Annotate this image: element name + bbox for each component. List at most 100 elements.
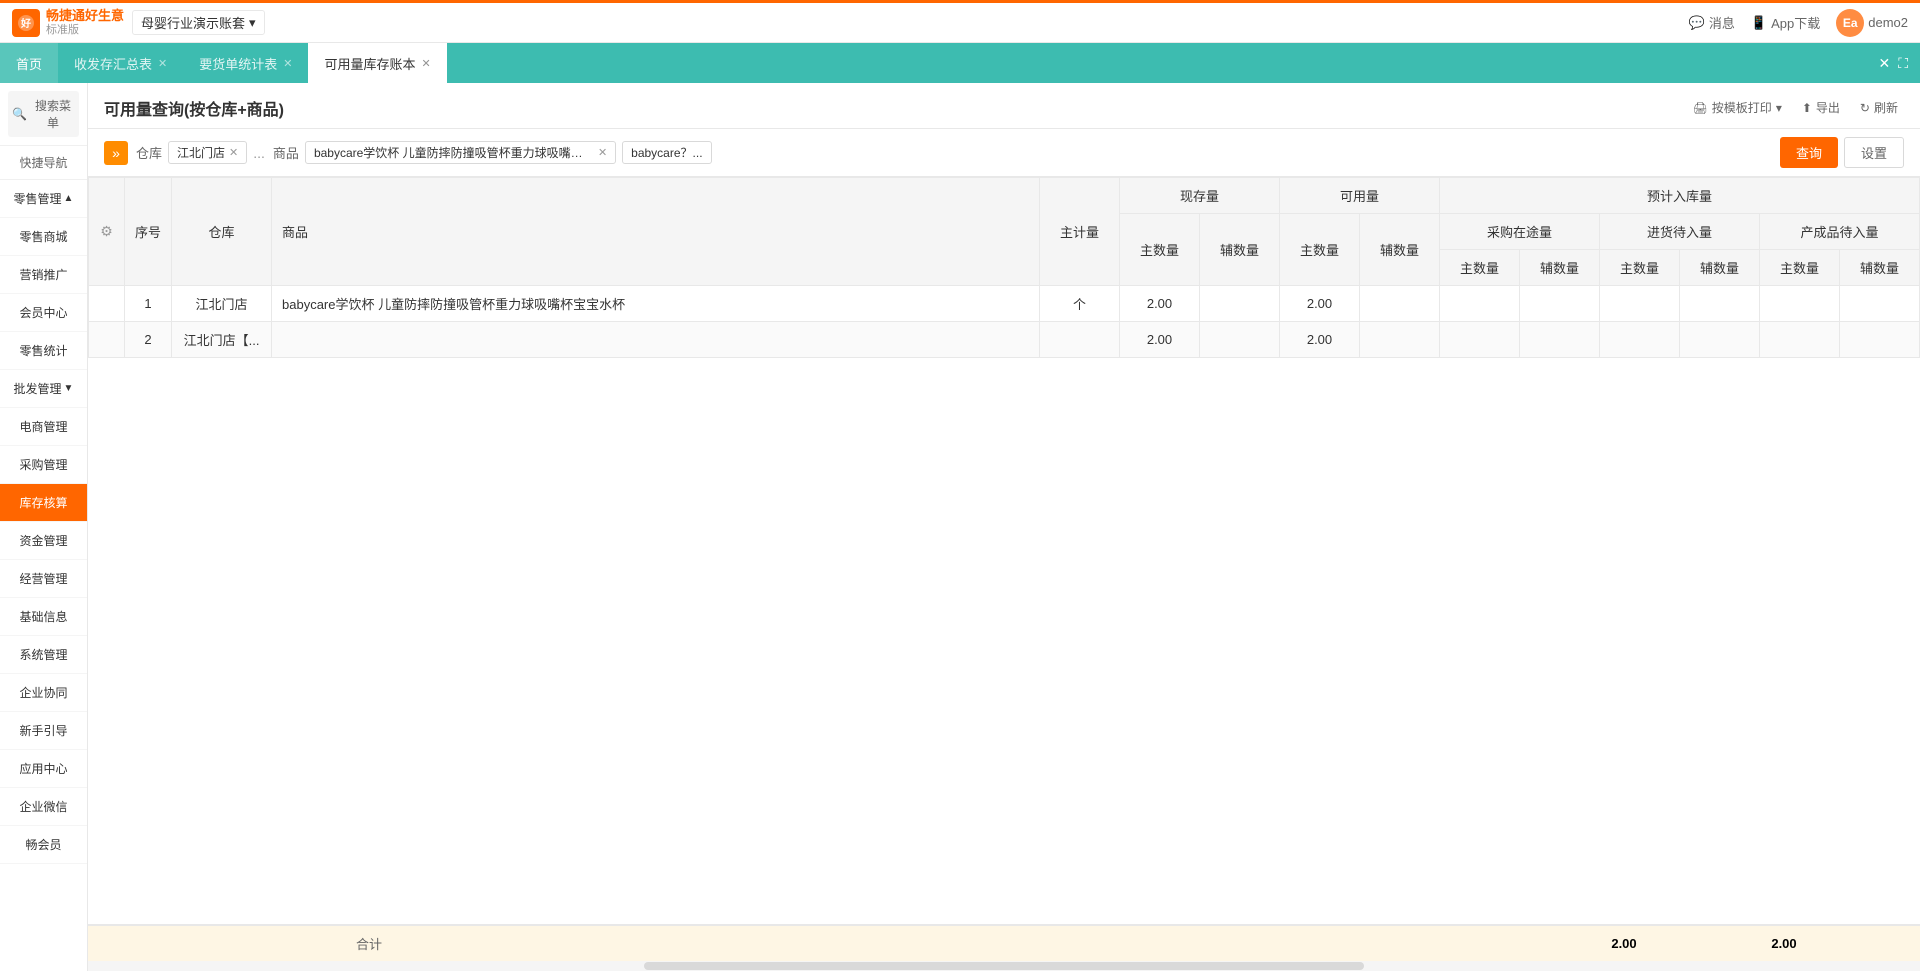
available-tab-close[interactable]: ✕ — [422, 57, 431, 70]
current-main-qty-header: 主数量 — [1120, 214, 1200, 286]
row-production-aux-qty — [1840, 286, 1920, 322]
product-filter-tag1[interactable]: babycare学饮杯 儿童防摔防撞吸管杯重力球吸嘴杯宝宝水杯 ✕ — [305, 141, 616, 164]
maximize-icon[interactable]: ⛶ — [1898, 55, 1908, 72]
industry-selector-text: 母婴行业演示账套 — [141, 13, 245, 32]
sidebar-item-system[interactable]: 系统管理 — [0, 636, 87, 674]
industry-selector[interactable]: 母婴行业演示账套 ▾ — [132, 10, 265, 35]
logo-icon: 好 — [12, 9, 40, 37]
product-tag1-remove[interactable]: ✕ — [598, 146, 607, 159]
username-label: demo2 — [1868, 15, 1908, 30]
search-menu-label: 搜索菜单 — [31, 97, 75, 131]
sidebar-item-enterprise-collab[interactable]: 企业协同 — [0, 674, 87, 712]
top-bar-left: 好 畅捷通好生意 标准版 母婴行业演示账套 ▾ — [12, 8, 265, 37]
row-production-main-qty — [1760, 322, 1840, 358]
row-available-main-qty: 2.00 — [1280, 322, 1360, 358]
sidebar-item-app-center-label: 应用中心 — [19, 760, 67, 777]
warehouse-filter-more[interactable]: ... — [253, 145, 265, 161]
product-filter-tag2[interactable]: babycare？... — [622, 141, 711, 164]
tab-spacer — [447, 43, 1867, 83]
export-icon: ⬆ — [1802, 101, 1812, 115]
row-warehouse: 江北门店【... — [172, 322, 272, 358]
production-aux-qty-header: 辅数量 — [1840, 250, 1920, 286]
receipts-tab-close[interactable]: ✕ — [158, 57, 167, 70]
app-download-action[interactable]: 📱 App下载 — [1751, 13, 1820, 32]
svg-text:好: 好 — [20, 17, 31, 30]
warehouse-filter-tag[interactable]: 江北门店 ✕ — [168, 141, 247, 164]
home-tab-label: 首页 — [16, 54, 42, 73]
tab-available[interactable]: 可用量库存账本 ✕ — [308, 43, 446, 83]
minimize-icon[interactable]: ✕ — [1878, 55, 1890, 72]
row-incoming-aux-qty — [1680, 322, 1760, 358]
available-aux-qty-header: 辅数量 — [1360, 214, 1440, 286]
available-header: 可用量 — [1280, 178, 1440, 214]
sidebar-item-enterprise-wechat[interactable]: 企业微信 — [0, 788, 87, 826]
sidebar-item-basic-info-label: 基础信息 — [19, 608, 67, 625]
sidebar-item-vip-member[interactable]: 畅会员 — [0, 826, 87, 864]
row-current-aux-qty — [1200, 322, 1280, 358]
sidebar-item-new-guide[interactable]: 新手引导 — [0, 712, 87, 750]
sidebar-item-ecommerce[interactable]: 电商管理 — [0, 408, 87, 446]
warehouse-tag-remove[interactable]: ✕ — [229, 146, 238, 159]
tab-home[interactable]: 首页 — [0, 43, 58, 83]
incoming-aux-qty-header: 辅数量 — [1680, 250, 1760, 286]
sidebar-item-enterprise-wechat-label: 企业微信 — [19, 798, 67, 815]
warehouse-filter-group: 仓库 江北门店 ✕ ... — [136, 141, 265, 164]
sidebar-item-purchase-label: 采购管理 — [19, 456, 67, 473]
search-menu-button[interactable]: 🔍 搜索菜单 — [8, 91, 79, 137]
tab-receipts[interactable]: 收发存汇总表 ✕ — [58, 43, 183, 83]
sidebar-item-purchase[interactable]: 采购管理 — [0, 446, 87, 484]
warehouse-tag-text: 江北门店 — [177, 144, 225, 161]
sidebar-item-finance[interactable]: 资金管理 — [0, 522, 87, 560]
sidebar-item-operations-label: 经营管理 — [19, 570, 67, 587]
footer-label: 合计 — [104, 934, 634, 953]
requisition-tab-close[interactable]: ✕ — [283, 57, 292, 70]
sidebar-item-member-label: 会员中心 — [19, 304, 67, 321]
sidebar-item-basic-info[interactable]: 基础信息 — [0, 598, 87, 636]
quick-nav-button[interactable]: 快捷导航 — [0, 146, 87, 180]
current-stock-header: 现存量 — [1120, 178, 1280, 214]
sidebar-item-inventory[interactable]: 库存核算 — [0, 484, 87, 522]
sidebar-item-retail-store-label: 零售商城 — [19, 228, 67, 245]
sidebar-item-enterprise-collab-label: 企业协同 — [19, 684, 67, 701]
filter-bar: » 仓库 江北门店 ✕ ... 商品 babycare学饮杯 儿童防摔防撞吸管杯… — [88, 129, 1920, 177]
filter-expand-button[interactable]: » — [104, 141, 128, 165]
tab-requisition[interactable]: 要货单统计表 ✕ — [183, 43, 308, 83]
logo-sub-text: 标准版 — [46, 24, 124, 37]
query-button[interactable]: 查询 — [1780, 137, 1838, 168]
print-chevron-icon: ▾ — [1776, 101, 1782, 115]
download-icon: 📱 — [1751, 15, 1767, 31]
logo: 好 畅捷通好生意 标准版 — [12, 8, 124, 37]
sidebar-item-retail-store[interactable]: 零售商城 — [0, 218, 87, 256]
setting-button[interactable]: 设置 — [1844, 137, 1904, 168]
row-product — [272, 322, 1040, 358]
message-action[interactable]: 💬 消息 — [1689, 13, 1735, 32]
sidebar-item-member[interactable]: 会员中心 — [0, 294, 87, 332]
purchase-transit-header: 采购在途量 — [1440, 214, 1600, 250]
settings-header: ⚙ — [89, 178, 125, 286]
row-incoming-main-qty — [1600, 322, 1680, 358]
footer-available-main-qty: 2.00 — [1744, 936, 1824, 951]
sidebar-item-vip-member-label: 畅会员 — [25, 836, 61, 853]
page-header-actions: 🖨 按模板打印 ▾ ⬆ 导出 ↻ 刷新 — [1687, 95, 1904, 120]
print-template-button[interactable]: 🖨 按模板打印 ▾ — [1687, 95, 1788, 120]
sidebar-item-marketing[interactable]: 营销推广 — [0, 256, 87, 294]
table-footer: 合计 2.00 2.00 — [88, 924, 1920, 961]
refresh-button[interactable]: ↻ 刷新 — [1854, 95, 1904, 120]
sidebar-item-app-center[interactable]: 应用中心 — [0, 750, 87, 788]
sidebar-item-retail-stats[interactable]: 零售统计 — [0, 332, 87, 370]
warehouse-filter-label: 仓库 — [136, 143, 162, 162]
warehouse-header: 仓库 — [172, 178, 272, 286]
user-action[interactable]: Ea demo2 — [1836, 9, 1908, 37]
sidebar-item-operations[interactable]: 经营管理 — [0, 560, 87, 598]
sidebar-item-wholesale-mgmt-label: 批发管理 — [14, 380, 62, 397]
no-header: 序号 — [125, 178, 172, 286]
export-button[interactable]: ⬆ 导出 — [1796, 95, 1846, 120]
main-unit-header: 主计量 — [1040, 178, 1120, 286]
sidebar-item-retail-mgmt[interactable]: 零售管理 ▲ — [0, 180, 87, 218]
settings-icon[interactable]: ⚙ — [100, 223, 113, 239]
nav-tabs: 首页 收发存汇总表 ✕ 要货单统计表 ✕ 可用量库存账本 ✕ ✕ ⛶ — [0, 43, 1920, 83]
table-row: 2 江北门店【... 2.00 2.00 — [89, 322, 1920, 358]
sidebar-item-wholesale-mgmt[interactable]: 批发管理 ▼ — [0, 370, 87, 408]
row-purchase-main-qty — [1440, 286, 1520, 322]
sidebar-item-marketing-label: 营销推广 — [19, 266, 67, 283]
